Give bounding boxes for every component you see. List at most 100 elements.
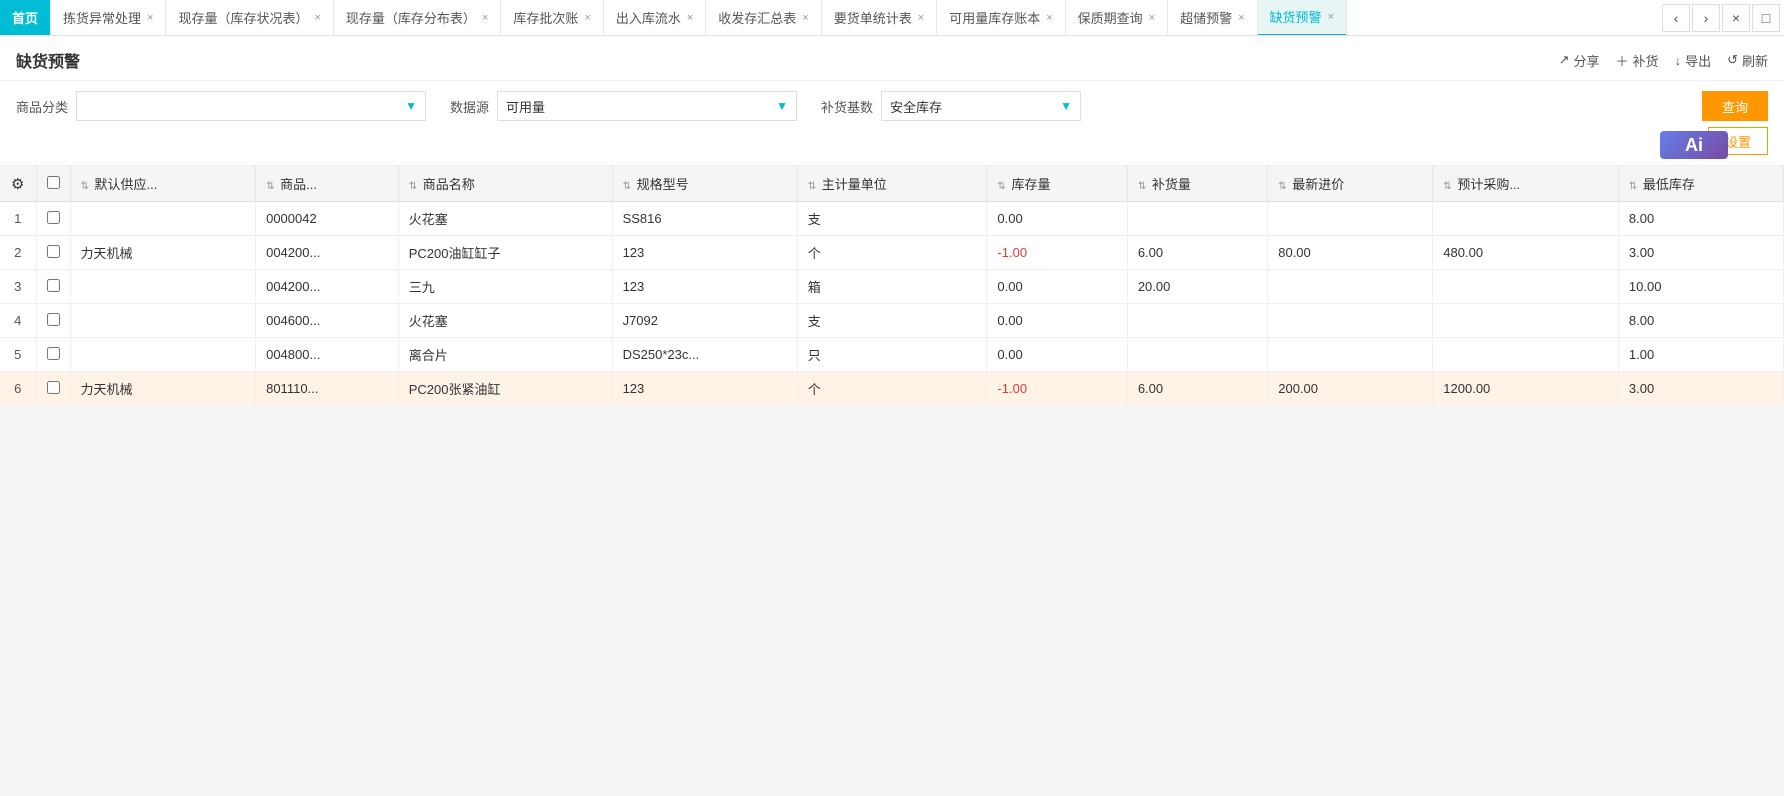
supplier-column-header: ⇅ 默认供应... — [70, 166, 256, 202]
table-row: 3004200...三九123箱0.0020.0010.00 — [0, 270, 1784, 304]
tab-close-icon[interactable]: × — [802, 12, 808, 24]
replenish-cell — [1127, 304, 1267, 338]
replenish-select[interactable]: 安全库存 ▼ — [881, 91, 1081, 121]
tab-close-icon[interactable]: × — [1328, 11, 1334, 23]
latest-price-cell — [1268, 338, 1433, 372]
stock-column-header: ⇅ 库存量 — [987, 166, 1127, 202]
datasource-label: 数据源 — [450, 97, 489, 116]
share-icon: ↗ — [1559, 52, 1570, 68]
nav-tab-[interactable]: 首页 — [0, 0, 51, 36]
nav-tab-[interactable]: 要货单统计表× — [822, 0, 937, 36]
min-stock-cell: 1.00 — [1618, 338, 1783, 372]
product-name-cell: 三九 — [398, 270, 612, 304]
replenish-sort-icon[interactable]: ⇅ — [1138, 181, 1146, 192]
refresh-button[interactable]: ↺ 刷新 — [1727, 51, 1768, 70]
table-row: 5004800...离合片DS250*23c...只0.001.00 — [0, 338, 1784, 372]
row-checkbox[interactable] — [47, 245, 60, 258]
replenish-value: 安全库存 — [890, 97, 942, 116]
tab-close-icon[interactable]: × — [147, 12, 153, 24]
nav-prev-button[interactable]: ‹ — [1662, 4, 1690, 32]
row-checkbox-cell — [36, 236, 70, 270]
latest-price-cell — [1268, 202, 1433, 236]
unit-cell: 个 — [797, 236, 987, 270]
unit-cell: 只 — [797, 338, 987, 372]
supplier-sort-icon[interactable]: ⇅ — [81, 181, 89, 192]
product-name-sort-icon[interactable]: ⇅ — [409, 181, 417, 192]
unit-cell: 箱 — [797, 270, 987, 304]
nav-tab-[interactable]: 超储预警× — [1168, 0, 1257, 36]
nav-close-button[interactable]: × — [1722, 4, 1750, 32]
nav-tab-[interactable]: 保质期查询× — [1066, 0, 1168, 36]
replenish-button[interactable]: ＋ 补货 — [1616, 51, 1659, 70]
product-name-cell: PC200张紧油缸 — [398, 372, 612, 406]
latest-price-sort-icon[interactable]: ⇅ — [1278, 181, 1286, 192]
nav-next-button[interactable]: › — [1692, 4, 1720, 32]
unit-cell: 支 — [797, 202, 987, 236]
table-row: 6力天机械801110...PC200张紧油缸123个-1.006.00200.… — [0, 372, 1784, 406]
min-stock-column-header: ⇅ 最低库存 — [1618, 166, 1783, 202]
replenish-filter-group: 补货基数 安全库存 ▼ — [821, 91, 1081, 121]
header-actions: ↗ 分享 ＋ 补货 ↓ 导出 ↺ 刷新 — [1559, 51, 1768, 70]
stock-cell: 0.00 — [987, 202, 1127, 236]
datasource-filter-group: 数据源 可用量 ▼ — [450, 91, 797, 121]
gear-icon[interactable]: ⚙ — [11, 176, 24, 193]
checkbox-column-header — [36, 166, 70, 202]
table-row: 10000042火花塞SS816支0.008.00 — [0, 202, 1784, 236]
est-purchase-sort-icon[interactable]: ⇅ — [1443, 181, 1451, 192]
tab-close-icon[interactable]: × — [482, 12, 488, 24]
product-code-cell: 801110... — [256, 372, 399, 406]
spec-cell: SS816 — [612, 202, 797, 236]
product-name-cell: 火花塞 — [398, 304, 612, 338]
tab-close-icon[interactable]: × — [918, 12, 924, 24]
row-checkbox[interactable] — [47, 381, 60, 394]
replenish-cell — [1127, 202, 1267, 236]
query-button[interactable]: 查询 — [1702, 91, 1768, 121]
stock-sort-icon[interactable]: ⇅ — [997, 181, 1005, 192]
nav-tab-[interactable]: 出入库流水× — [604, 0, 706, 36]
tab-close-icon[interactable]: × — [314, 12, 320, 24]
nav-tab-[interactable]: 现存量（库存分布表）× — [334, 0, 501, 36]
product-name-cell: 火花塞 — [398, 202, 612, 236]
share-button[interactable]: ↗ 分享 — [1559, 51, 1600, 70]
spec-sort-icon[interactable]: ⇅ — [623, 181, 631, 192]
tab-close-icon[interactable]: × — [687, 12, 693, 24]
nav-tab-[interactable]: 可用量库存账本× — [937, 0, 1065, 36]
export-button[interactable]: ↓ 导出 — [1675, 51, 1712, 70]
datasource-select[interactable]: 可用量 ▼ — [497, 91, 797, 121]
tab-close-icon[interactable]: × — [584, 12, 590, 24]
min-stock-sort-icon[interactable]: ⇅ — [1629, 181, 1637, 192]
nav-tab-[interactable]: 拣货异常处理× — [51, 0, 166, 36]
category-filter-group: 商品分类 ▼ — [16, 91, 426, 121]
category-select[interactable]: ▼ — [76, 91, 426, 121]
tab-close-icon[interactable]: × — [1238, 12, 1244, 24]
supplier-cell: 力天机械 — [70, 372, 256, 406]
est-purchase-cell: 1200.00 — [1433, 372, 1619, 406]
row-checkbox-cell — [36, 372, 70, 406]
tab-close-icon[interactable]: × — [1149, 12, 1155, 24]
row-checkbox[interactable] — [47, 279, 60, 292]
nav-tab-[interactable]: 收发存汇总表× — [706, 0, 821, 36]
nav-maximize-button[interactable]: □ — [1752, 4, 1780, 32]
table-row: 2力天机械004200...PC200油缸缸子123个-1.006.0080.0… — [0, 236, 1784, 270]
product-code-column-header: ⇅ 商品... — [256, 166, 399, 202]
product-code-sort-icon[interactable]: ⇅ — [266, 181, 274, 192]
replenish-cell: 20.00 — [1127, 270, 1267, 304]
nav-tab-[interactable]: 库存批次账× — [501, 0, 603, 36]
row-number: 3 — [0, 270, 36, 304]
nav-tab-[interactable]: 现存量（库存状况表）× — [166, 0, 333, 36]
unit-column-header: ⇅ 主计量单位 — [797, 166, 987, 202]
row-checkbox[interactable] — [47, 347, 60, 360]
row-checkbox[interactable] — [47, 313, 60, 326]
est-purchase-cell — [1433, 202, 1619, 236]
supplier-cell — [70, 304, 256, 338]
ai-badge[interactable]: Ai — [1660, 131, 1728, 159]
unit-sort-icon[interactable]: ⇅ — [808, 181, 816, 192]
replenish-cell: 6.00 — [1127, 236, 1267, 270]
select-all-checkbox[interactable] — [47, 176, 60, 189]
nav-tab-[interactable]: 缺货预警× — [1258, 0, 1347, 36]
row-number: 5 — [0, 338, 36, 372]
tab-close-icon[interactable]: × — [1046, 12, 1052, 24]
row-checkbox[interactable] — [47, 211, 60, 224]
nav-controls: ‹ › × □ — [1660, 4, 1784, 32]
stock-cell: -1.00 — [987, 236, 1127, 270]
